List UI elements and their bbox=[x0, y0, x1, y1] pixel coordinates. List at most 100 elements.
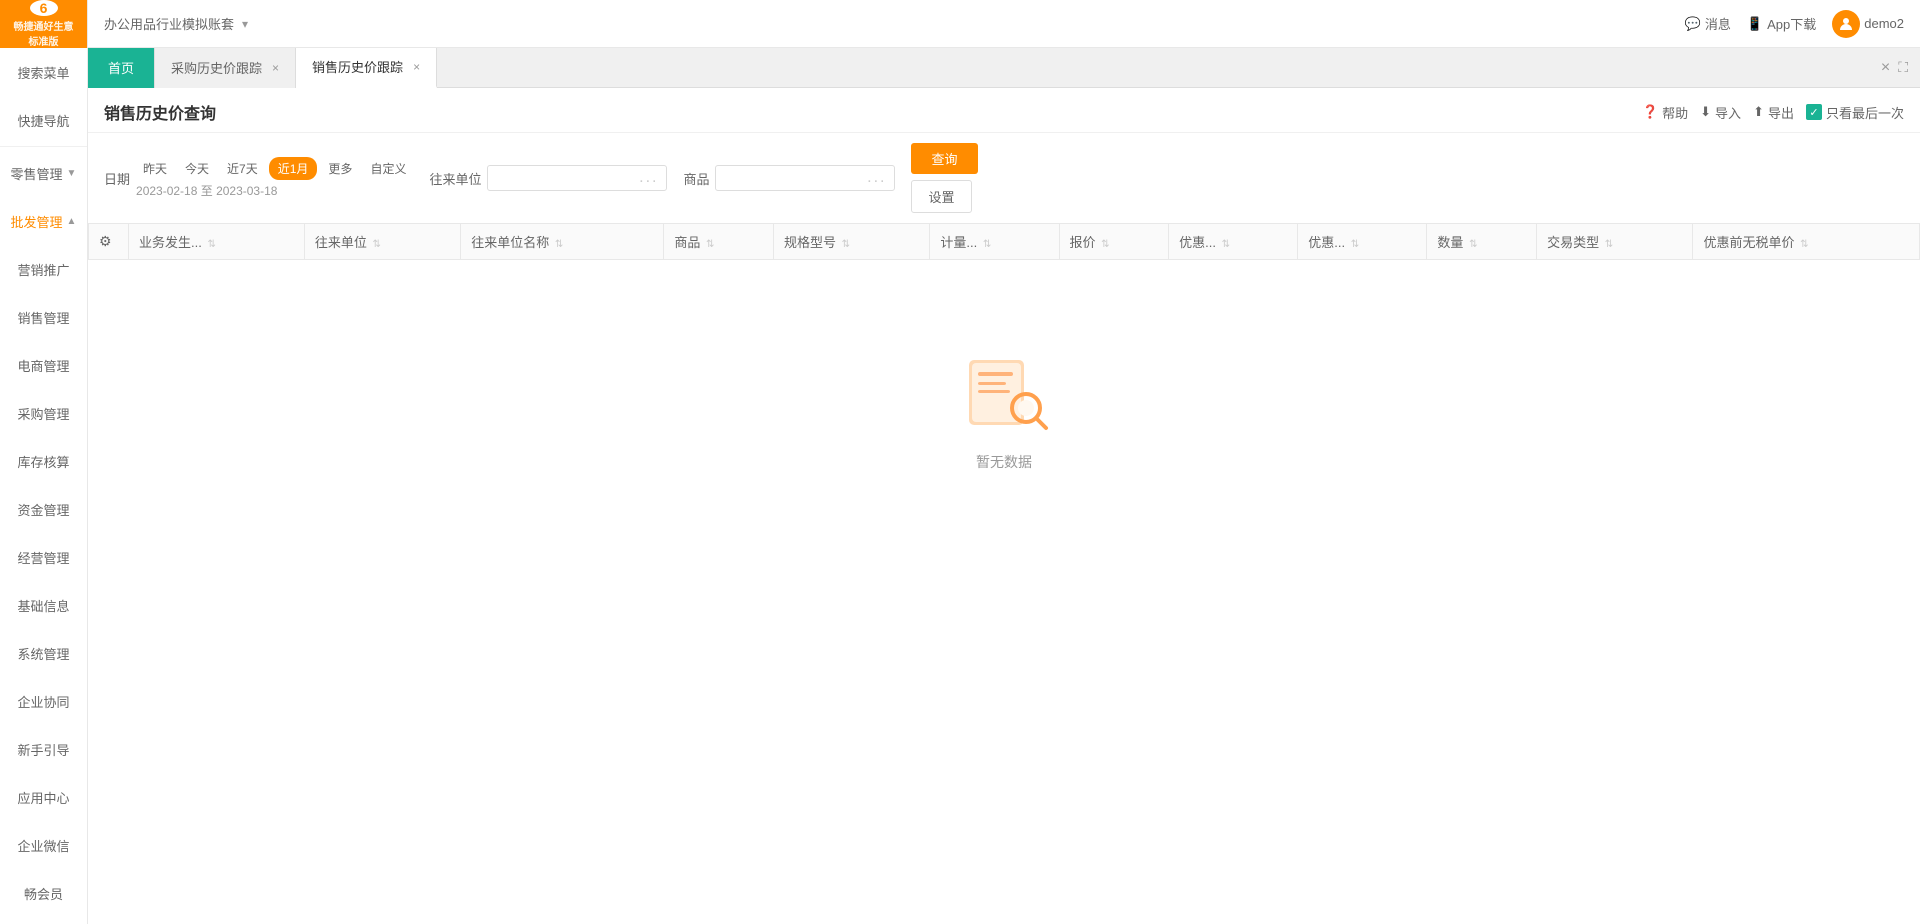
only-last-checkbox[interactable]: 只看最后一次 bbox=[1806, 103, 1904, 122]
table-col-quantity[interactable]: 数量 ⇅ bbox=[1427, 224, 1537, 260]
table-col-counterpart[interactable]: 往来单位 ⇅ bbox=[304, 224, 460, 260]
sidebar-item-ecom-mgmt[interactable]: 电商管理 bbox=[0, 341, 87, 389]
goods-input[interactable]: ... bbox=[715, 165, 895, 191]
sidebar-item-label: 电商管理 bbox=[17, 356, 69, 375]
topbar-dropdown-icon[interactable]: ▾ bbox=[242, 17, 248, 31]
empty-state: 暂无数据 bbox=[89, 260, 1920, 552]
goods-filter: 商品 ... bbox=[683, 165, 895, 191]
table-col-counterpart-name[interactable]: 往来单位名称 ⇅ bbox=[461, 224, 664, 260]
table-col-discount1[interactable]: 优惠... ⇅ bbox=[1169, 224, 1298, 260]
page-header: 销售历史价查询 ❓ 帮助 ⬇ 导入 ⬆ 导出 只看最后一次 bbox=[88, 88, 1920, 133]
date-btn-7days[interactable]: 近7天 bbox=[220, 157, 265, 180]
import-button[interactable]: ⬇ 导入 bbox=[1700, 103, 1741, 122]
sidebar-item-sales-promo[interactable]: 营销推广 bbox=[0, 245, 87, 293]
counterpart-input[interactable]: ... bbox=[487, 165, 667, 191]
table-col-trade-type[interactable]: 交易类型 ⇅ bbox=[1537, 224, 1693, 260]
tab-sales-history-close[interactable]: × bbox=[413, 60, 420, 74]
sidebar-item-label: 系统管理 bbox=[17, 644, 69, 663]
sort-icon: ⇅ bbox=[1605, 239, 1613, 250]
table-col-spec[interactable]: 规格型号 ⇅ bbox=[774, 224, 930, 260]
date-filter: 日期 昨天 今天 近7天 近1月 更多 自定义 2023-02-18 至 202… bbox=[104, 157, 413, 199]
empty-state-svg bbox=[954, 340, 1054, 440]
sort-icon: ⇅ bbox=[706, 239, 714, 250]
tab-purchase-history-label: 采购历史价跟踪 bbox=[171, 58, 262, 77]
date-btn-custom[interactable]: 自定义 bbox=[363, 157, 413, 180]
table-col-spec-label: 规格型号 bbox=[784, 235, 836, 250]
app-download-button[interactable]: 📱 App下载 bbox=[1747, 14, 1816, 33]
sort-icon: ⇅ bbox=[1469, 239, 1477, 250]
sidebar-item-quick-nav[interactable]: 快捷导航 bbox=[0, 96, 87, 144]
date-btn-1month[interactable]: 近1月 bbox=[269, 157, 318, 180]
table-col-pre-tax-price[interactable]: 优惠前无税单价 ⇅ bbox=[1693, 224, 1920, 260]
sidebar-item-label: 新手引导 bbox=[17, 740, 69, 759]
table-col-counterpart-label: 往来单位 bbox=[315, 235, 367, 250]
download-icon: 📱 bbox=[1747, 16, 1763, 32]
sidebar-item-inventory[interactable]: 库存核算 bbox=[0, 437, 87, 485]
sort-icon: ⇅ bbox=[207, 239, 215, 250]
page-header-actions: ❓ 帮助 ⬇ 导入 ⬆ 导出 只看最后一次 bbox=[1642, 103, 1904, 122]
sidebar-item-sys-mgmt[interactable]: 系统管理 bbox=[0, 629, 87, 677]
topbar-title: 办公用品行业模拟账套 bbox=[104, 14, 234, 33]
tab-home[interactable]: 首页 bbox=[88, 48, 155, 88]
table-col-goods-label: 商品 bbox=[674, 235, 700, 250]
sidebar-item-wholesale-mgmt[interactable]: 批发管理 ▲ bbox=[0, 197, 87, 245]
sidebar-item-new-guide[interactable]: 新手引导 bbox=[0, 725, 87, 773]
tabs-bar: 首页 采购历史价跟踪 × 销售历史价跟踪 × × ⛶ bbox=[88, 48, 1920, 88]
table-col-biz-date[interactable]: 业务发生... ⇅ bbox=[129, 224, 305, 260]
avatar bbox=[1832, 10, 1860, 38]
tab-expand-icon[interactable]: ⛶ bbox=[1898, 59, 1908, 76]
date-btn-more[interactable]: 更多 bbox=[321, 157, 359, 180]
user-name: demo2 bbox=[1864, 16, 1904, 31]
table-col-quote[interactable]: 报价 ⇅ bbox=[1059, 224, 1169, 260]
sidebar-item-label: 销售管理 bbox=[17, 308, 69, 327]
table-col-goods[interactable]: 商品 ⇅ bbox=[664, 224, 774, 260]
sidebar-item-basic-info[interactable]: 基础信息 bbox=[0, 581, 87, 629]
sort-icon: ⇅ bbox=[1222, 239, 1230, 250]
sidebar-item-enterprise-collab[interactable]: 企业协同 bbox=[0, 677, 87, 725]
sidebar-item-enterprise-wechat[interactable]: 企业微信 bbox=[0, 821, 87, 869]
search-button[interactable]: 查询 bbox=[911, 143, 977, 174]
sidebar-item-app-center[interactable]: 应用中心 bbox=[0, 773, 87, 821]
tab-sales-history[interactable]: 销售历史价跟踪 × bbox=[296, 48, 437, 88]
settings-button[interactable]: 设置 bbox=[911, 180, 971, 213]
table-col-unit[interactable]: 计量... ⇅ bbox=[930, 224, 1059, 260]
sidebar-item-sales-mgmt[interactable]: 销售管理 bbox=[0, 293, 87, 341]
counterpart-input-dots: ... bbox=[639, 169, 658, 187]
main-area: 办公用品行业模拟账套 ▾ 💬 消息 📱 App下载 demo2 首页 bbox=[88, 0, 1920, 924]
counterpart-filter: 往来单位 ... bbox=[429, 165, 667, 191]
sort-icon: ⇅ bbox=[983, 239, 991, 250]
sort-icon: ⇅ bbox=[372, 239, 380, 250]
empty-text: 暂无数据 bbox=[976, 452, 1032, 472]
sidebar-item-label: 快捷导航 bbox=[17, 111, 69, 130]
sidebar-item-label: 营销推广 bbox=[17, 260, 69, 279]
export-icon: ⬆ bbox=[1753, 104, 1764, 120]
tab-purchase-history-close[interactable]: × bbox=[272, 61, 279, 75]
import-icon: ⬇ bbox=[1700, 104, 1711, 120]
checkbox-icon bbox=[1806, 104, 1822, 120]
help-button[interactable]: ❓ 帮助 bbox=[1642, 103, 1688, 122]
tab-close-all-icon[interactable]: × bbox=[1881, 59, 1890, 77]
table-wrapper: ⚙ 业务发生... ⇅ 往来单位 ⇅ 往来单位名称 ⇅ bbox=[88, 223, 1920, 924]
export-button[interactable]: ⬆ 导出 bbox=[1753, 103, 1794, 122]
sidebar-item-retail-mgmt[interactable]: 零售管理 ▼ bbox=[0, 149, 87, 197]
date-btn-yesterday[interactable]: 昨天 bbox=[136, 157, 174, 180]
settings-gear-icon[interactable]: ⚙ bbox=[99, 233, 112, 249]
table-col-trade-type-label: 交易类型 bbox=[1547, 235, 1599, 250]
app-logo[interactable]: 6 畅捷通好生意 标准版 bbox=[0, 0, 87, 48]
goods-input-dots: ... bbox=[867, 169, 886, 187]
sidebar-item-label: 企业微信 bbox=[17, 836, 69, 855]
table-col-settings: ⚙ bbox=[89, 224, 129, 260]
tab-purchase-history[interactable]: 采购历史价跟踪 × bbox=[155, 48, 296, 88]
sidebar-item-vip-member[interactable]: 畅会员 bbox=[0, 869, 87, 917]
sidebar-item-purchase-mgmt[interactable]: 采购管理 bbox=[0, 389, 87, 437]
user-menu[interactable]: demo2 bbox=[1832, 10, 1904, 38]
sidebar-item-ops-mgmt[interactable]: 经营管理 bbox=[0, 533, 87, 581]
sort-icon: ⇅ bbox=[842, 239, 850, 250]
sidebar-item-search-menu[interactable]: 搜索菜单 bbox=[0, 48, 87, 96]
sidebar-item-finance-mgmt[interactable]: 资金管理 bbox=[0, 485, 87, 533]
date-btn-today[interactable]: 今天 bbox=[178, 157, 216, 180]
message-button[interactable]: 💬 消息 bbox=[1685, 14, 1731, 33]
table-col-discount2[interactable]: 优惠... ⇅ bbox=[1298, 224, 1427, 260]
goods-filter-label: 商品 bbox=[683, 169, 709, 188]
counterpart-filter-label: 往来单位 bbox=[429, 169, 481, 188]
